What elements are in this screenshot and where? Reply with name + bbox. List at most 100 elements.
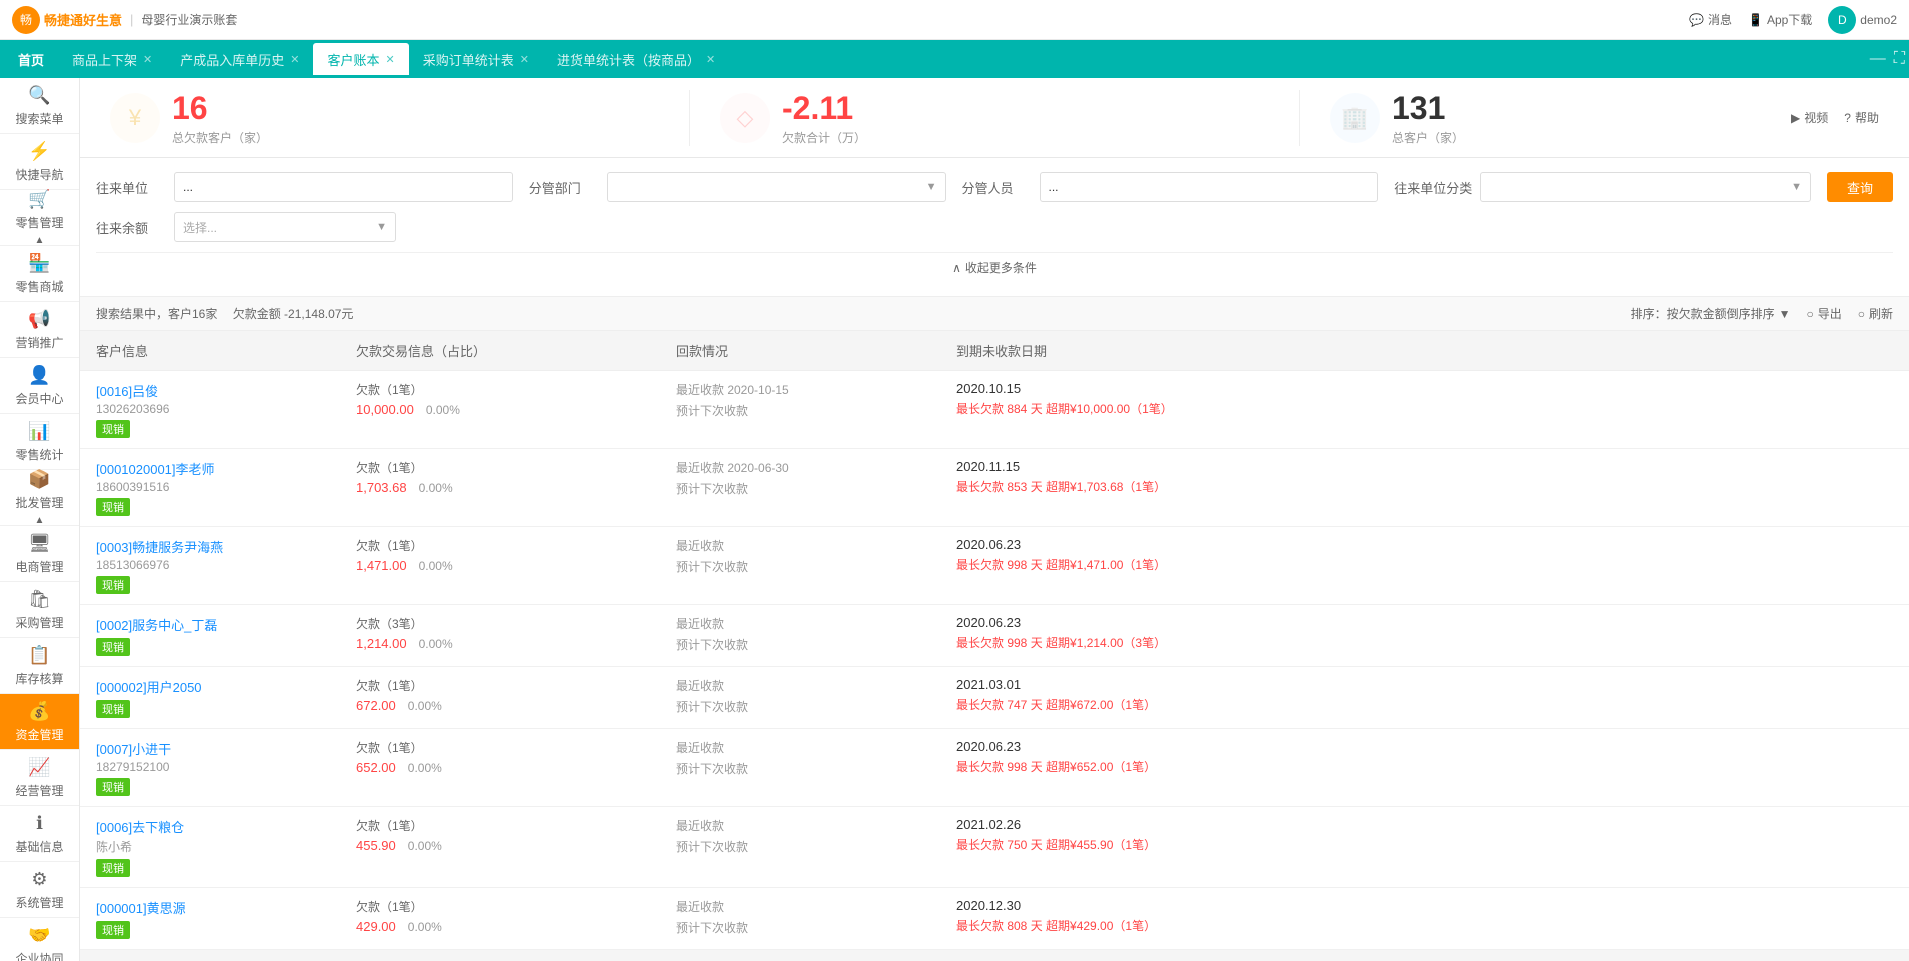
tab-purchase-order[interactable]: 采购订单统计表 ✕ [409,43,543,75]
customer-info-cell: [000001]黄思源 现销 [80,888,340,950]
ecom-mgmt-icon: 🖥 [28,533,51,554]
brand-sub: 母婴行业演示账套 [141,11,237,28]
due-overdue[interactable]: 最长欠款 853 天 超期¥1,703.68（1笔） [956,478,1893,495]
stat-customers-label: 总欠款客户（家） [172,129,268,146]
sidebar-item-marketing[interactable]: 📢 营销推广 [0,302,79,358]
customer-name-link[interactable]: [0006]去下粮仓 [96,817,324,836]
tab-incoming-stats-close[interactable]: ✕ [706,53,715,66]
tab-product-history-label: 产成品入库单历史 [180,50,284,69]
filter-balance-label: 往来余额 [96,218,166,237]
due-overdue[interactable]: 最长欠款 998 天 超期¥1,214.00（3笔） [956,634,1893,651]
owe-count: 欠款（1笔） [356,817,644,834]
tab-product-off-close[interactable]: ✕ [143,53,152,66]
owe-percent: 0.00% [408,761,442,775]
sidebar-item-retail-store[interactable]: 🏪 零售商城 [0,246,79,302]
sidebar-item-purchase-mgmt[interactable]: 🛍 采购管理 [0,582,79,638]
basic-info-icon: ℹ [36,813,43,834]
sidebar-item-member-center[interactable]: 👤 会员中心 [0,358,79,414]
customer-name-link[interactable]: [000001]黄思源 [96,898,324,917]
filter-source-unit-input[interactable]: ... [174,172,513,202]
filter-toggle-icon: ∧ [952,261,961,275]
sidebar-item-member-center-label: 会员中心 [15,390,63,407]
sidebar-item-fund-mgmt[interactable]: 💰 资金管理 [0,694,79,750]
customer-name-link[interactable]: [0016]吕俊 [96,381,324,400]
stat-amount-info: -2.11 欠款合计（万） [782,90,866,146]
due-overdue[interactable]: 最长欠款 884 天 超期¥10,000.00（1笔） [956,400,1893,417]
query-button[interactable]: 查询 [1827,172,1893,202]
tab-home-label: 首页 [18,50,44,69]
retail-store-icon: 🏪 [28,253,50,274]
tab-maximize-button[interactable]: ⛶ [1894,50,1905,68]
tab-purchase-order-close[interactable]: ✕ [520,53,529,66]
result-bar-right: 排序：按欠款金额倒序排序 ▼ ○ 导出 ○ 刷新 [1631,305,1893,322]
sidebar-item-inventory[interactable]: 📋 库存核算 [0,638,79,694]
member-center-icon: 👤 [28,365,50,386]
owe-percent: 0.00% [408,839,442,853]
sidebar-item-retail-mgmt[interactable]: 🛒 零售管理 ▲ [0,190,79,246]
tab-minimize-button[interactable]: — [1870,50,1886,68]
sidebar-item-search-menu[interactable]: 🔍 搜索菜单 [0,78,79,134]
due-date-cell: 2020.06.23 最长欠款 998 天 超期¥1,471.00（1笔） [940,527,1909,605]
sidebar-item-ecom-mgmt[interactable]: 🖥 电商管理 [0,526,79,582]
filter-unit-class-select[interactable]: ▼ [1480,172,1811,202]
result-summary: 搜索结果中，客户16家 欠款金额 -21,148.07元 [96,305,353,322]
tab-product-history-close[interactable]: ✕ [290,53,299,66]
sidebar-item-retail-mgmt-label: 零售管理 [15,214,63,231]
filter-row-1: 往来单位 ... 分管部门 ▼ 分管人员 ... [96,172,1893,202]
sidebar-item-quick-nav-label: 快捷导航 [15,166,63,183]
customer-name-link[interactable]: [000002]用户2050 [96,677,324,696]
owe-info-cell: 欠款（1笔） 672.00 0.00% [340,667,660,729]
filter-person-input[interactable]: ... [1040,172,1379,202]
sidebar-item-corp-collab[interactable]: 🤝 企业协同 [0,918,79,961]
tab-home[interactable]: 首页 [4,43,58,75]
app-download-button[interactable]: 📱 App下载 [1748,11,1812,28]
filter-toggle-button[interactable]: ∧ 收起更多条件 [96,252,1893,282]
due-overdue[interactable]: 最长欠款 808 天 超期¥429.00（1笔） [956,917,1893,934]
sidebar-item-quick-nav[interactable]: ⚡ 快捷导航 [0,134,79,190]
customer-name-link[interactable]: [0003]畅捷服务尹海燕 [96,537,324,556]
filter-balance-select[interactable]: 选择... ▼ [174,212,396,242]
customer-tag: 现销 [96,859,130,877]
customer-tag: 现销 [96,778,130,796]
search-menu-icon: 🔍 [28,85,50,106]
filter-source-unit-label: 往来单位 [96,178,166,197]
due-overdue[interactable]: 最长欠款 750 天 超期¥455.90（1笔） [956,836,1893,853]
tab-product-off[interactable]: 商品上下架 ✕ [58,43,166,75]
filter-area: 往来单位 ... 分管部门 ▼ 分管人员 ... [80,158,1909,297]
app-body: 🔍 搜索菜单 ⚡ 快捷导航 🛒 零售管理 ▲ 🏪 零售商城 📢 营销推广 👤 会… [0,78,1909,961]
batch-mgmt-arrow: ▲ [35,515,45,526]
filter-dept-select[interactable]: ▼ [607,172,946,202]
help-icon: ? [1844,111,1851,125]
sidebar-item-fund-mgmt-label: 资金管理 [15,726,63,743]
sidebar-item-retail-stats[interactable]: 📊 零售统计 [0,414,79,470]
owe-info-cell: 欠款（1笔） 429.00 0.00% [340,888,660,950]
export-button[interactable]: ○ 导出 [1806,305,1841,322]
customer-name-link[interactable]: [0002]服务中心_丁磊 [96,615,324,634]
owe-amount: 652.00 [356,760,396,775]
tab-incoming-stats[interactable]: 进货单统计表（按商品） ✕ [543,43,729,75]
user-avatar[interactable]: D demo2 [1828,6,1897,34]
sidebar-item-sys-mgmt[interactable]: ⚙ 系统管理 [0,862,79,918]
customer-phone: 13026203696 [96,402,324,416]
refresh-button[interactable]: ○ 刷新 [1858,305,1893,322]
help-button[interactable]: ? 帮助 [1844,109,1879,126]
customer-name-link[interactable]: [0001020001]李老师 [96,459,324,478]
tab-customer-account[interactable]: 客户账本 ✕ [313,43,408,75]
owe-count: 欠款（1笔） [356,898,644,915]
sidebar-item-basic-info[interactable]: ℹ 基础信息 [0,806,79,862]
customer-name-link[interactable]: [0007]小进干 [96,739,324,758]
tab-product-history[interactable]: 产成品入库单历史 ✕ [166,43,313,75]
due-overdue[interactable]: 最长欠款 998 天 超期¥652.00（1笔） [956,758,1893,775]
customer-tag: 现销 [96,638,130,656]
sort-select[interactable]: 排序：按欠款金额倒序排序 ▼ [1631,305,1791,322]
recovery-cell: 最近收款 预计下次收款 [660,807,940,888]
due-overdue[interactable]: 最长欠款 998 天 超期¥1,471.00（1笔） [956,556,1893,573]
sidebar-item-biz-mgmt[interactable]: 📈 经营管理 [0,750,79,806]
sidebar-item-batch-mgmt[interactable]: 📦 批发管理 ▲ [0,470,79,526]
message-button[interactable]: 💬 消息 [1689,11,1732,28]
filter-person: 分管人员 ... [962,172,1379,202]
filter-row-2: 往来余额 选择... ▼ [96,212,1893,242]
tab-customer-account-close[interactable]: ✕ [386,53,395,66]
due-overdue[interactable]: 最长欠款 747 天 超期¥672.00（1笔） [956,696,1893,713]
view-button[interactable]: ▶ 视频 [1791,109,1828,126]
